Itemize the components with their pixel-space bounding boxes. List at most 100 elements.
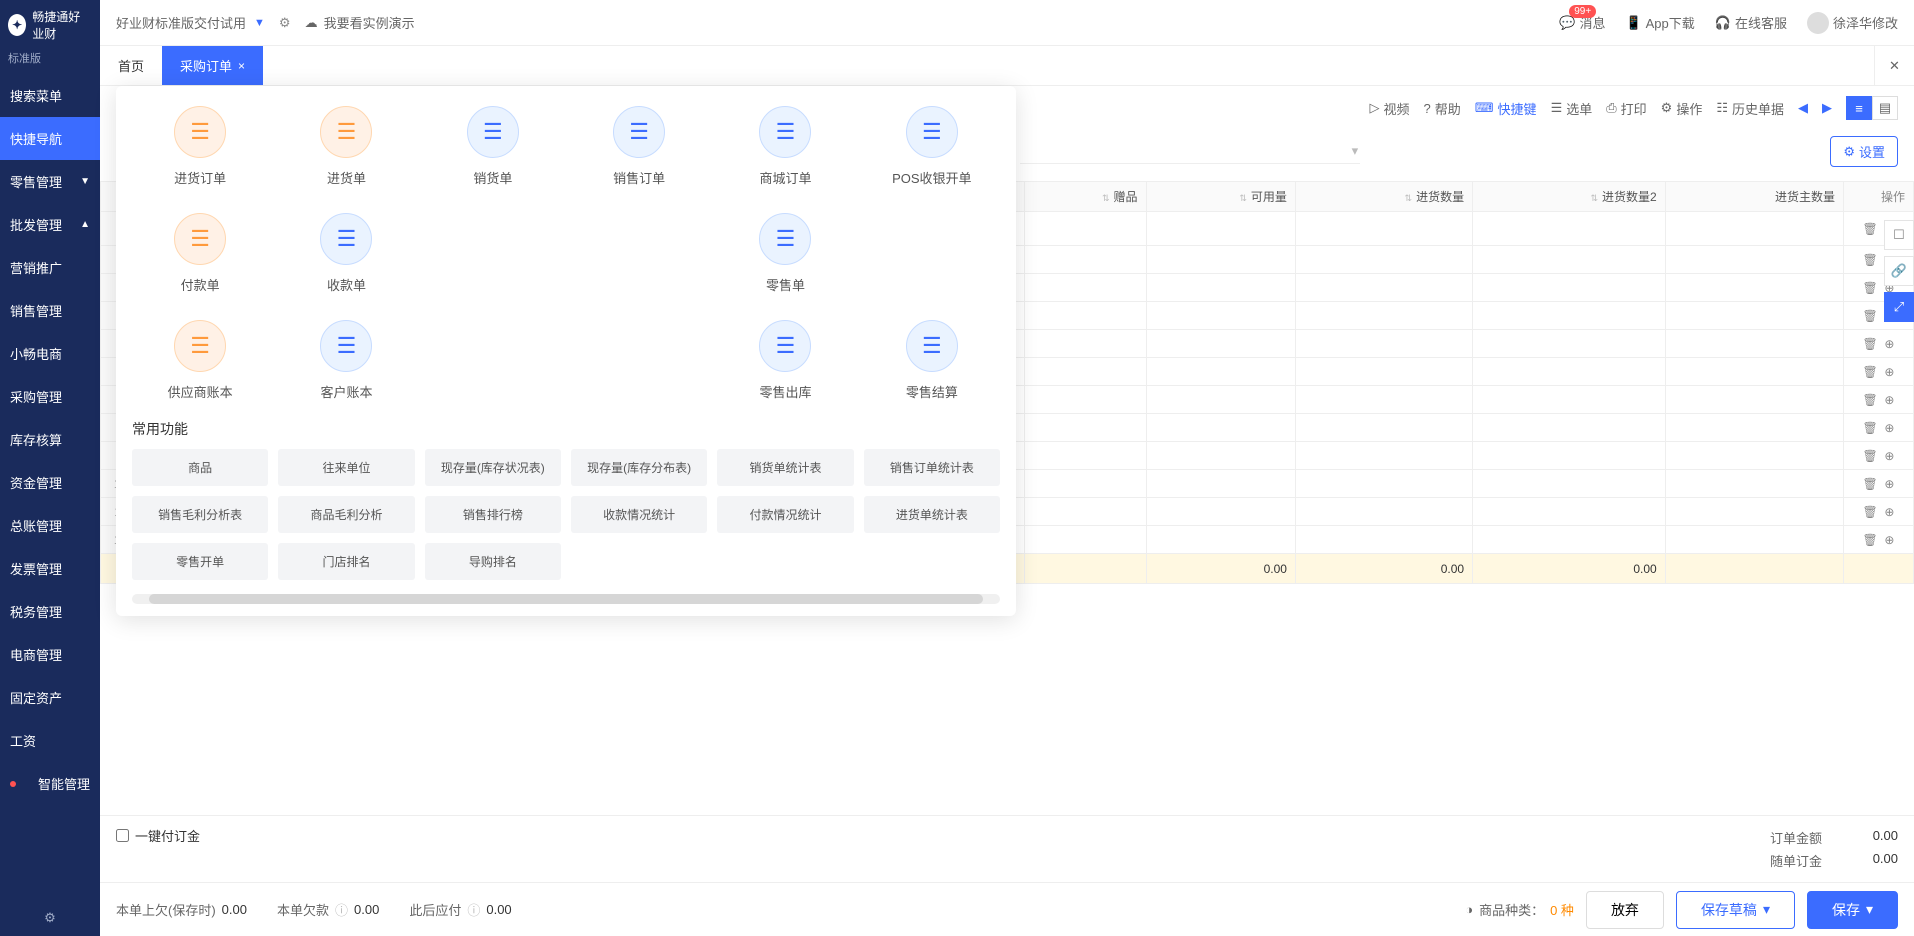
quicknav-chip[interactable]: 销售毛利分析表 [132, 496, 268, 533]
quicknav-chip[interactable]: 零售开单 [132, 543, 268, 580]
delete-icon[interactable]: 🗑 [1863, 449, 1878, 463]
quicknav-node[interactable]: ☰销货单 [425, 106, 561, 187]
delete-icon[interactable]: 🗑 [1863, 505, 1878, 519]
quicknav-scrollbar[interactable] [132, 594, 1000, 604]
delete-icon[interactable]: 🗑 [1863, 393, 1878, 407]
toolbar-next[interactable]: ▶ [1822, 100, 1832, 116]
delete-icon[interactable]: 🗑 [1863, 421, 1878, 435]
delete-icon[interactable]: 🗑 [1863, 533, 1878, 547]
quicknav-chip[interactable]: 销货单统计表 [717, 449, 853, 486]
col-gift[interactable]: ⇅赠品 [1024, 182, 1146, 212]
quicknav-node[interactable]: ☰收款单 [278, 213, 414, 294]
topbar-customer-service[interactable]: 🎧在线客服 [1715, 13, 1787, 32]
quicknav-node[interactable]: ☰销售订单 [571, 106, 707, 187]
add-icon[interactable]: ⊕ [1884, 393, 1894, 407]
toolbar-print[interactable]: ⎙打印 [1606, 99, 1646, 118]
quicknav-chip[interactable]: 付款情况统计 [717, 496, 853, 533]
toolbar-select[interactable]: ☰选单 [1551, 99, 1593, 118]
view-card[interactable]: ▤ [1872, 96, 1898, 120]
quicknav-chip[interactable]: 收款情况统计 [571, 496, 707, 533]
add-icon[interactable]: ⊕ [1884, 449, 1894, 463]
quicknav-chip[interactable]: 现存量(库存状况表) [425, 449, 561, 486]
add-icon[interactable]: ⊕ [1884, 421, 1894, 435]
sidebar-item[interactable]: 电商管理 [0, 633, 100, 676]
delete-icon[interactable]: 🗑 [1863, 222, 1878, 236]
delete-icon[interactable]: 🗑 [1863, 337, 1878, 351]
add-icon[interactable]: ⊕ [1884, 533, 1894, 547]
toolbar-video[interactable]: ▷视频 [1370, 99, 1410, 118]
quicknav-chip[interactable]: 导购排名 [425, 543, 561, 580]
quicknav-node[interactable]: ☰POS收银开单 [864, 106, 1000, 187]
sidebar-item[interactable]: 小畅电商 [0, 332, 100, 375]
quicknav-chip[interactable]: 现存量(库存分布表) [571, 449, 707, 486]
col-mainqty[interactable]: 进货主数量 [1665, 182, 1843, 212]
quicknav-node[interactable]: ☰客户账本 [278, 320, 414, 401]
sidebar-item[interactable]: 总账管理 [0, 504, 100, 547]
sidebar-item[interactable]: 资金管理 [0, 461, 100, 504]
delete-icon[interactable]: 🗑 [1863, 253, 1878, 267]
topbar-app-download[interactable]: 📱App下载 [1625, 13, 1694, 32]
add-icon[interactable]: ⊕ [1884, 337, 1894, 351]
delete-icon[interactable]: 🗑 [1863, 281, 1878, 295]
sidebar-item[interactable]: 零售管理▼ [0, 160, 100, 203]
topbar-gear-icon[interactable]: ⚙ [279, 15, 291, 31]
quicknav-chip[interactable]: 往来单位 [278, 449, 414, 486]
toolbar-hotkey[interactable]: ⌨快捷键 [1475, 99, 1537, 118]
tab-home[interactable]: 首页 [100, 46, 162, 85]
quicknav-node[interactable]: ☰商城订单 [717, 106, 853, 187]
quicknav-chip[interactable]: 商品毛利分析 [278, 496, 414, 533]
quicknav-node[interactable]: ☰供应商账本 [132, 320, 268, 401]
toolbar-history[interactable]: ☷历史单据 [1716, 99, 1784, 118]
env-selector[interactable]: 好业财标准版交付试用▼ [116, 13, 265, 32]
col-inqty[interactable]: ⇅进货数量 [1295, 182, 1472, 212]
quicknav-node[interactable]: ☰零售单 [717, 213, 853, 294]
quicknav-node[interactable]: ☰零售出库 [717, 320, 853, 401]
quicknav-node[interactable]: ☰进货单 [278, 106, 414, 187]
add-icon[interactable]: ⊕ [1884, 365, 1894, 379]
tab-purchase-order[interactable]: 采购订单× [162, 46, 263, 85]
add-icon[interactable]: ⊕ [1884, 505, 1894, 519]
view-list[interactable]: ≡ [1846, 96, 1872, 120]
quicknav-chip[interactable]: 门店排名 [278, 543, 414, 580]
quicknav-node[interactable]: ☰付款单 [132, 213, 268, 294]
sidebar-item[interactable]: 工资 [0, 719, 100, 762]
quicknav-chip[interactable]: 销售排行榜 [425, 496, 561, 533]
sidebar-item[interactable]: 固定资产 [0, 676, 100, 719]
tabs-close-all[interactable]: ✕ [1874, 46, 1914, 85]
quicknav-node[interactable]: ☰进货订单 [132, 106, 268, 187]
sidebar-item[interactable]: 采购管理 [0, 375, 100, 418]
topbar-user[interactable]: 徐泽华修改 [1807, 12, 1898, 34]
toolbar-help[interactable]: ?帮助 [1424, 99, 1461, 118]
save-button[interactable]: 保存▾ [1807, 891, 1898, 929]
sidebar-item[interactable]: 发票管理 [0, 547, 100, 590]
toolbar-operate[interactable]: ⚙操作 [1661, 99, 1703, 118]
save-draft-button[interactable]: 保存草稿▾ [1676, 891, 1795, 929]
onekey-deposit-checkbox[interactable]: 一键付订金 [116, 826, 200, 845]
sidebar-item[interactable]: 智能管理 [0, 762, 100, 805]
help-icon[interactable]: ⓘ [467, 900, 480, 919]
delete-icon[interactable]: 🗑 [1863, 309, 1878, 323]
float-link-icon[interactable]: 🔗 [1884, 256, 1914, 286]
topbar-demo-link[interactable]: ☁ 我要看实例演示 [305, 13, 415, 32]
quicknav-chip[interactable]: 进货单统计表 [864, 496, 1000, 533]
float-expand-icon[interactable]: ⤢ [1884, 292, 1914, 322]
add-icon[interactable]: ⊕ [1884, 477, 1894, 491]
sidebar-item[interactable]: 税务管理 [0, 590, 100, 633]
float-note-icon[interactable]: ☐ [1884, 220, 1914, 250]
discard-button[interactable]: 放弃 [1586, 891, 1664, 929]
sidebar-search[interactable]: 搜索菜单 [0, 74, 100, 117]
sidebar-quicknav[interactable]: 快捷导航 [0, 117, 100, 160]
close-icon[interactable]: × [238, 59, 245, 73]
settings-button[interactable]: ⚙设置 [1830, 136, 1898, 167]
help-icon[interactable]: ⓘ [335, 900, 348, 919]
toolbar-prev[interactable]: ◀ [1798, 100, 1808, 116]
sidebar-item[interactable]: 营销推广 [0, 246, 100, 289]
col-inqty2[interactable]: ⇅进货数量2 [1473, 182, 1666, 212]
quicknav-node[interactable]: ☰零售结算 [864, 320, 1000, 401]
sidebar-settings-icon[interactable]: ⚙ [0, 900, 100, 936]
topbar-messages[interactable]: 99+ 💬消息 [1559, 13, 1605, 32]
col-avail[interactable]: ⇅可用量 [1146, 182, 1295, 212]
quicknav-chip[interactable]: 销售订单统计表 [864, 449, 1000, 486]
delete-icon[interactable]: 🗑 [1863, 365, 1878, 379]
delete-icon[interactable]: 🗑 [1863, 477, 1878, 491]
